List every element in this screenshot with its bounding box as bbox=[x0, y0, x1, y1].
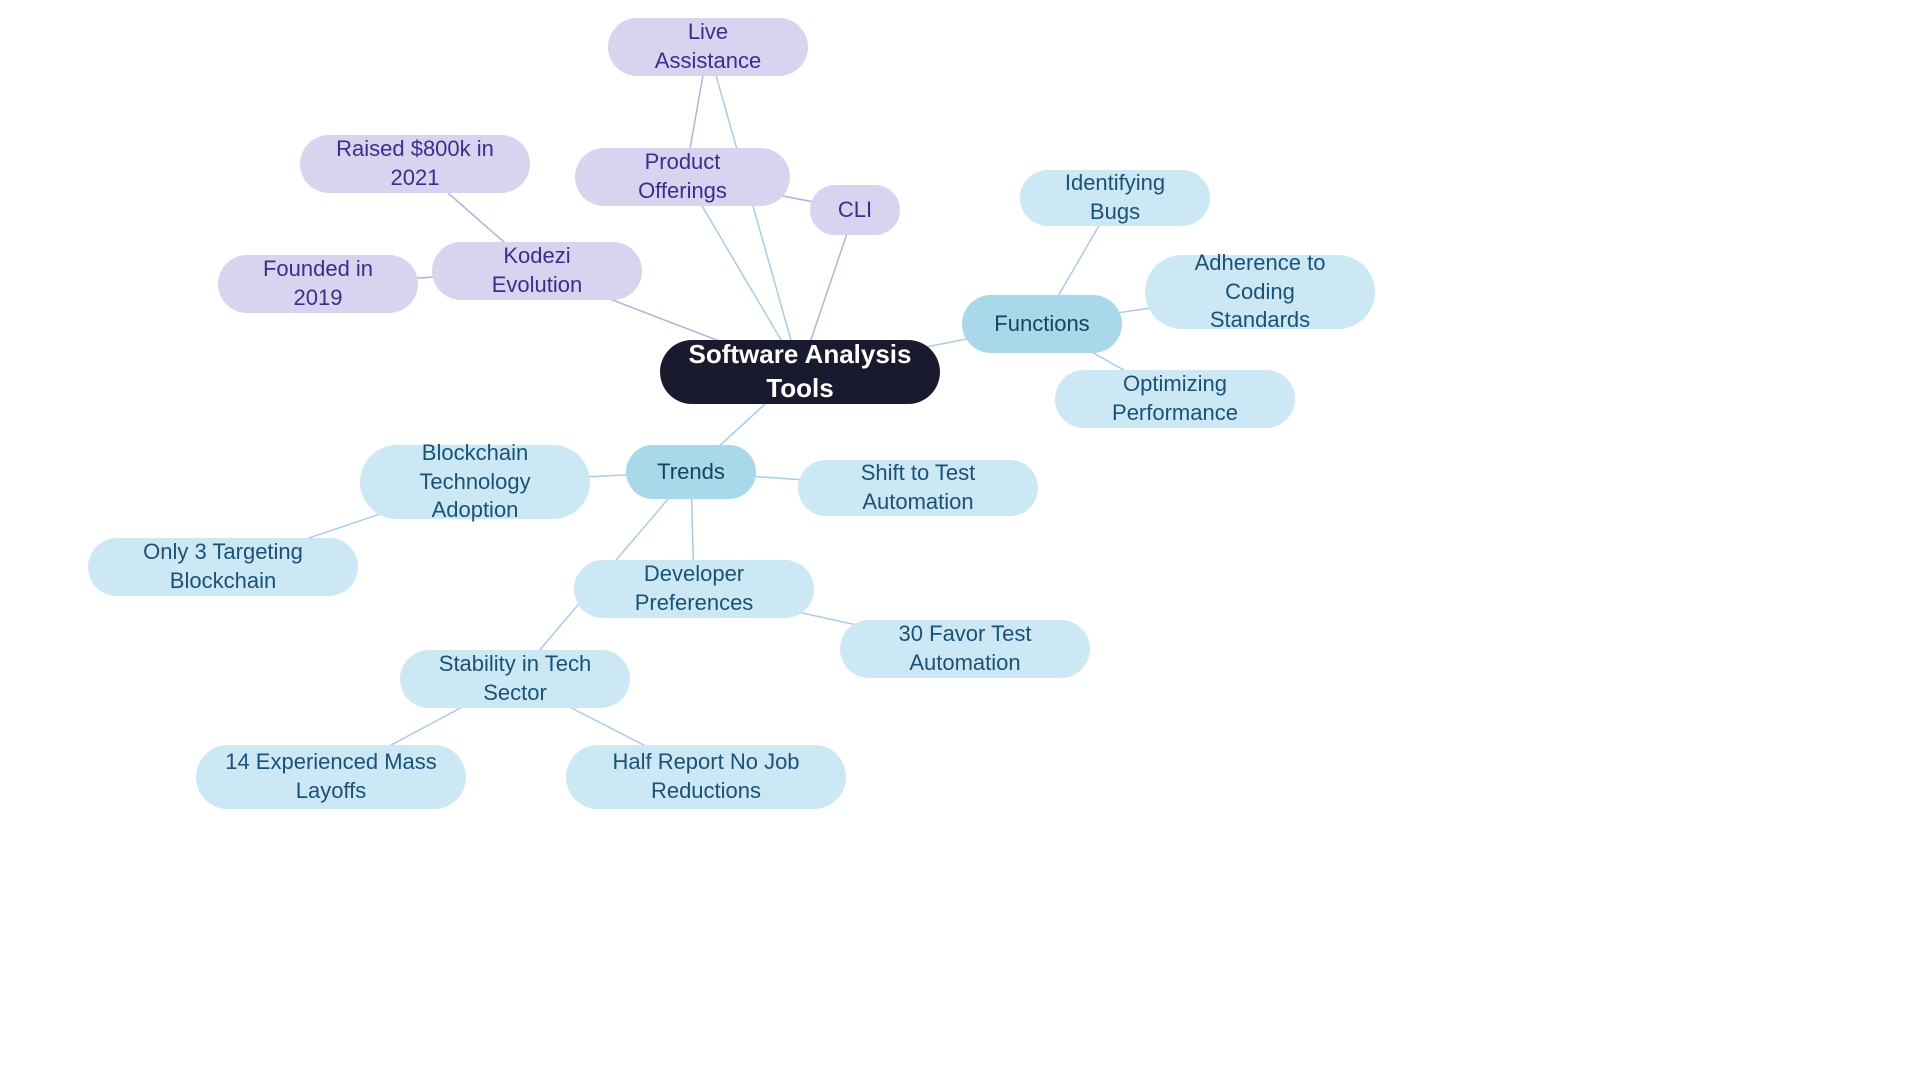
adherence-node: Adherence to Coding Standards bbox=[1145, 255, 1375, 329]
30-favor-node: 30 Favor Test Automation bbox=[840, 620, 1090, 678]
mass-layoffs-label: 14 Experienced Mass Layoffs bbox=[224, 748, 438, 805]
mass-layoffs-node: 14 Experienced Mass Layoffs bbox=[196, 745, 466, 809]
live-assistance-node: Live Assistance bbox=[608, 18, 808, 76]
optimizing-label: Optimizing Performance bbox=[1083, 370, 1267, 427]
blockchain-adoption-label: Blockchain Technology Adoption bbox=[388, 439, 562, 525]
kodezi-evolution-node: Kodezi Evolution bbox=[432, 242, 642, 300]
shift-automation-node: Shift to Test Automation bbox=[798, 460, 1038, 516]
adherence-label: Adherence to Coding Standards bbox=[1173, 249, 1347, 335]
stability-node: Stability in Tech Sector bbox=[400, 650, 630, 708]
functions-label: Functions bbox=[994, 310, 1089, 339]
identifying-bugs-label: Identifying Bugs bbox=[1048, 169, 1182, 226]
identifying-bugs-node: Identifying Bugs bbox=[1020, 170, 1210, 226]
developer-prefs-label: Developer Preferences bbox=[602, 560, 786, 617]
optimizing-node: Optimizing Performance bbox=[1055, 370, 1295, 428]
only3-label: Only 3 Targeting Blockchain bbox=[116, 538, 330, 595]
kodezi-evolution-label: Kodezi Evolution bbox=[460, 242, 614, 299]
only3-node: Only 3 Targeting Blockchain bbox=[88, 538, 358, 596]
stability-label: Stability in Tech Sector bbox=[428, 650, 602, 707]
trends-label: Trends bbox=[657, 458, 725, 487]
shift-automation-label: Shift to Test Automation bbox=[826, 459, 1010, 516]
raised-node: Raised $800k in 2021 bbox=[300, 135, 530, 193]
product-offerings-node: Product Offerings bbox=[575, 148, 790, 206]
live-assistance-label: Live Assistance bbox=[636, 18, 780, 75]
founded-node: Founded in 2019 bbox=[218, 255, 418, 313]
functions-node: Functions bbox=[962, 295, 1122, 353]
no-reductions-label: Half Report No Job Reductions bbox=[594, 748, 818, 805]
developer-prefs-node: Developer Preferences bbox=[574, 560, 814, 618]
product-offerings-label: Product Offerings bbox=[603, 148, 762, 205]
raised-label: Raised $800k in 2021 bbox=[328, 135, 502, 192]
trends-node: Trends bbox=[626, 445, 756, 499]
center-node: Software Analysis Tools bbox=[660, 340, 940, 404]
30-favor-label: 30 Favor Test Automation bbox=[868, 620, 1062, 677]
no-reductions-node: Half Report No Job Reductions bbox=[566, 745, 846, 809]
founded-label: Founded in 2019 bbox=[246, 255, 390, 312]
cli-label: CLI bbox=[838, 196, 872, 225]
blockchain-adoption-node: Blockchain Technology Adoption bbox=[360, 445, 590, 519]
center-label: Software Analysis Tools bbox=[688, 338, 912, 406]
cli-node: CLI bbox=[810, 185, 900, 235]
